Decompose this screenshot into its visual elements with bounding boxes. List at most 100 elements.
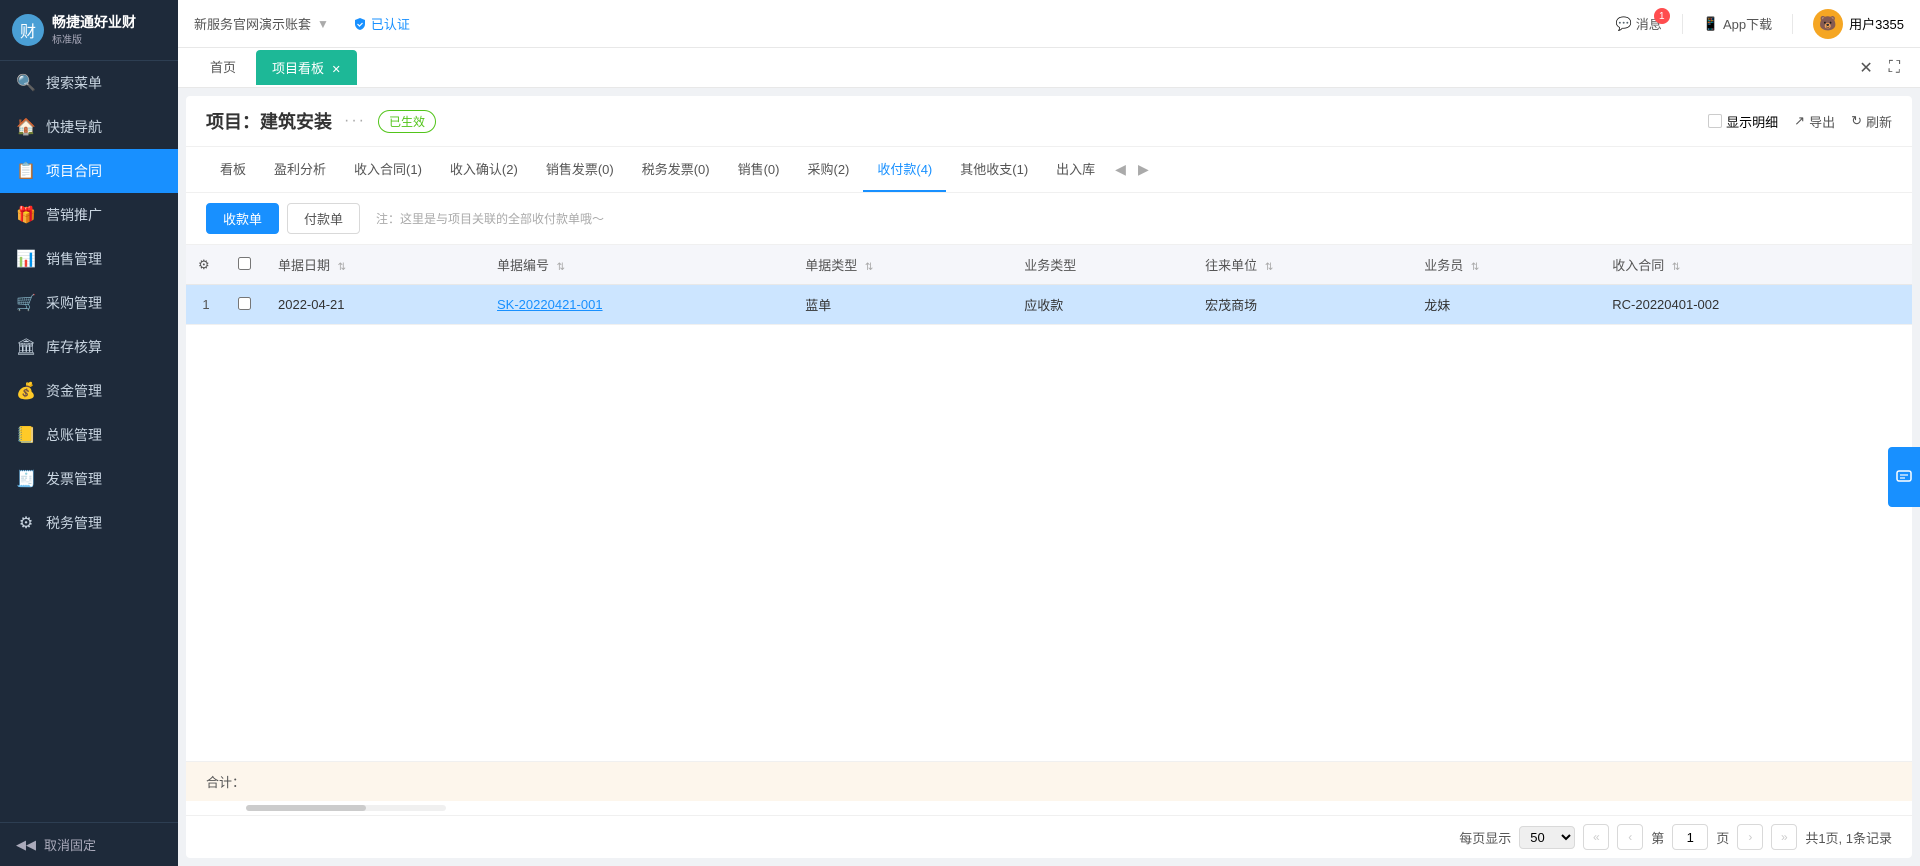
page-size-select[interactable]: 50 100 — [1519, 826, 1575, 849]
settings-icon: ⚙ — [198, 257, 210, 272]
subnav-next-arrow[interactable]: ▶ — [1132, 149, 1155, 190]
sidebar-item-tax[interactable]: ⚙ 税务管理 — [0, 501, 178, 545]
sidebar-item-inventory[interactable]: 🏛 库存核算 — [0, 325, 178, 369]
export-button[interactable]: ↗ 导出 — [1794, 112, 1835, 131]
data-table: ⚙ 单据日期 ⇅ 单据编号 ⇅ — [186, 245, 1912, 325]
subnav-income-confirm[interactable]: 收入确认(2) — [436, 147, 532, 192]
sidebar-item-quicknav[interactable]: 🏠 快捷导航 — [0, 105, 178, 149]
main-area: 新服务官网演示账套 ▼ 已认证 💬 消息 1 📱 App下载 � — [178, 0, 1920, 866]
sidebar-item-marketing[interactable]: 🎁 营销推广 — [0, 193, 178, 237]
certified-badge: 已认证 — [353, 14, 410, 33]
subnav-in-out[interactable]: 出入库 — [1042, 147, 1109, 192]
subnav-profit[interactable]: 盈利分析 — [260, 147, 340, 192]
subnav-sales[interactable]: 销售(0) — [724, 147, 794, 192]
sidebar-item-ledger[interactable]: 📒 总账管理 — [0, 413, 178, 457]
subnav-purchase[interactable]: 采购(2) — [793, 147, 863, 192]
scrollbar-row — [186, 801, 1912, 815]
sales-icon: 📊 — [16, 249, 36, 269]
date-header-label: 单据日期 — [278, 258, 330, 273]
subnav-receipts-label: 收付款(4) — [877, 162, 932, 177]
table-row[interactable]: 1 2022-04-21 SK-20220421-001 蓝单 应收款 宏茂商场 — [186, 285, 1912, 325]
message-badge: 1 — [1654, 8, 1670, 24]
settings-column-header[interactable]: ⚙ — [186, 245, 226, 285]
contract-column-header[interactable]: 收入合同 ⇅ — [1600, 245, 1912, 285]
tab-project-board[interactable]: 项目看板 ✕ — [256, 50, 357, 85]
first-page-icon: « — [1593, 830, 1600, 844]
select-all-checkbox[interactable] — [238, 257, 251, 270]
export-label: 导出 — [1809, 112, 1835, 131]
tax-icon: ⚙ — [16, 513, 36, 533]
ledger-icon: 📒 — [16, 425, 36, 445]
sidebar-item-finance[interactable]: 💰 资金管理 — [0, 369, 178, 413]
checkbox-column-header[interactable] — [226, 245, 266, 285]
app-download-button[interactable]: 📱 App下载 — [1703, 14, 1772, 33]
horizontal-scrollbar-thumb[interactable] — [246, 805, 366, 811]
refresh-button[interactable]: ↻ 刷新 — [1851, 112, 1892, 131]
row-type: 蓝单 — [793, 285, 1012, 325]
sidebar-item-sales[interactable]: 📊 销售管理 — [0, 237, 178, 281]
type-column-header[interactable]: 单据类型 ⇅ — [793, 245, 1012, 285]
tab-close-icon[interactable]: ✕ — [332, 64, 341, 76]
subnav-tax-invoice[interactable]: 税务发票(0) — [628, 147, 724, 192]
message-button[interactable]: 💬 消息 1 — [1616, 14, 1662, 33]
next-page-button[interactable]: › — [1737, 824, 1763, 850]
subnav-prev-arrow[interactable]: ◀ — [1109, 149, 1132, 190]
page-number-input[interactable] — [1672, 824, 1708, 850]
user-menu[interactable]: 🐻 用户3355 — [1813, 9, 1904, 39]
horizontal-scrollbar-track[interactable] — [246, 805, 446, 811]
subnav-income-contract[interactable]: 收入合同(1) — [340, 147, 436, 192]
show-detail-checkbox[interactable] — [1708, 114, 1722, 128]
subnav-board[interactable]: 看板 — [206, 147, 260, 192]
close-window-button[interactable]: ✕ — [1855, 54, 1876, 82]
project-more-button[interactable]: ··· — [344, 112, 366, 130]
salesman-sort-icon: ⇅ — [1471, 262, 1479, 273]
pin-icon: ◀◀ — [16, 837, 36, 853]
subnav-board-label: 看板 — [220, 162, 246, 177]
sidebar-nav: 🔍 搜索菜单 🏠 快捷导航 📋 项目合同 🎁 营销推广 📊 销售管理 🛒 采购管… — [0, 61, 178, 822]
subnav-profit-label: 盈利分析 — [274, 162, 326, 177]
topbar-divider — [1682, 14, 1683, 34]
salesman-column-header[interactable]: 业务员 ⇅ — [1412, 245, 1600, 285]
tab-home[interactable]: 首页 — [194, 49, 252, 86]
row-checkbox-cell[interactable] — [226, 285, 266, 325]
number-column-header[interactable]: 单据编号 ⇅ — [485, 245, 793, 285]
subnav-sales-invoice[interactable]: 销售发票(0) — [532, 147, 628, 192]
date-column-header[interactable]: 单据日期 ⇅ — [266, 245, 485, 285]
subnav: 看板 盈利分析 收入合同(1) 收入确认(2) 销售发票(0) 税务发票(0) — [186, 147, 1912, 193]
subtab-payments-button[interactable]: 付款单 — [287, 203, 360, 234]
row-number-link[interactable]: SK-20220421-001 — [497, 297, 603, 312]
sidebar-item-purchase[interactable]: 🛒 采购管理 — [0, 281, 178, 325]
account-selector[interactable]: 新服务官网演示账套 ▼ — [194, 14, 329, 33]
partner-sort-icon: ⇅ — [1265, 262, 1273, 273]
sidebar-item-search[interactable]: 🔍 搜索菜单 — [0, 61, 178, 105]
subnav-in-out-label: 出入库 — [1056, 162, 1095, 177]
sidebar-item-label: 发票管理 — [46, 469, 102, 489]
prev-page-button[interactable]: ‹ — [1617, 824, 1643, 850]
feedback-button[interactable] — [1888, 447, 1920, 507]
project-status-badge: 已生效 — [378, 110, 436, 133]
subtab-receipts-button[interactable]: 收款单 — [206, 203, 279, 234]
last-page-button[interactable]: » — [1771, 824, 1797, 850]
subnav-receipts[interactable]: 收付款(4) — [863, 147, 946, 192]
pagination-total-info: 共1页, 1条记录 — [1805, 828, 1892, 847]
row-number[interactable]: SK-20220421-001 — [485, 285, 793, 325]
row-checkbox[interactable] — [238, 297, 251, 310]
sidebar-item-label: 税务管理 — [46, 513, 102, 533]
shield-icon — [353, 17, 367, 31]
partner-column-header[interactable]: 往来单位 ⇅ — [1193, 245, 1412, 285]
biztype-column-header: 业务类型 — [1012, 245, 1193, 285]
date-sort-icon: ⇅ — [338, 262, 346, 273]
footer-total-bar: 合计： — [186, 761, 1912, 801]
refresh-label: 刷新 — [1866, 112, 1892, 131]
number-header-label: 单据编号 — [497, 258, 549, 273]
sidebar-item-project[interactable]: 📋 项目合同 — [0, 149, 178, 193]
first-page-button[interactable]: « — [1583, 824, 1609, 850]
show-detail-check[interactable]: 显示明细 — [1708, 112, 1778, 131]
export-icon: ↗ — [1794, 113, 1805, 129]
sidebar-item-invoice[interactable]: 🧾 发票管理 — [0, 457, 178, 501]
expand-window-button[interactable]: ⛶ — [1885, 54, 1904, 82]
row-biztype: 应收款 — [1012, 285, 1193, 325]
sidebar-unpin[interactable]: ◀◀ 取消固定 — [0, 822, 178, 866]
subnav-other-income[interactable]: 其他收支(1) — [946, 147, 1042, 192]
sidebar-footer-label: 取消固定 — [44, 835, 96, 854]
